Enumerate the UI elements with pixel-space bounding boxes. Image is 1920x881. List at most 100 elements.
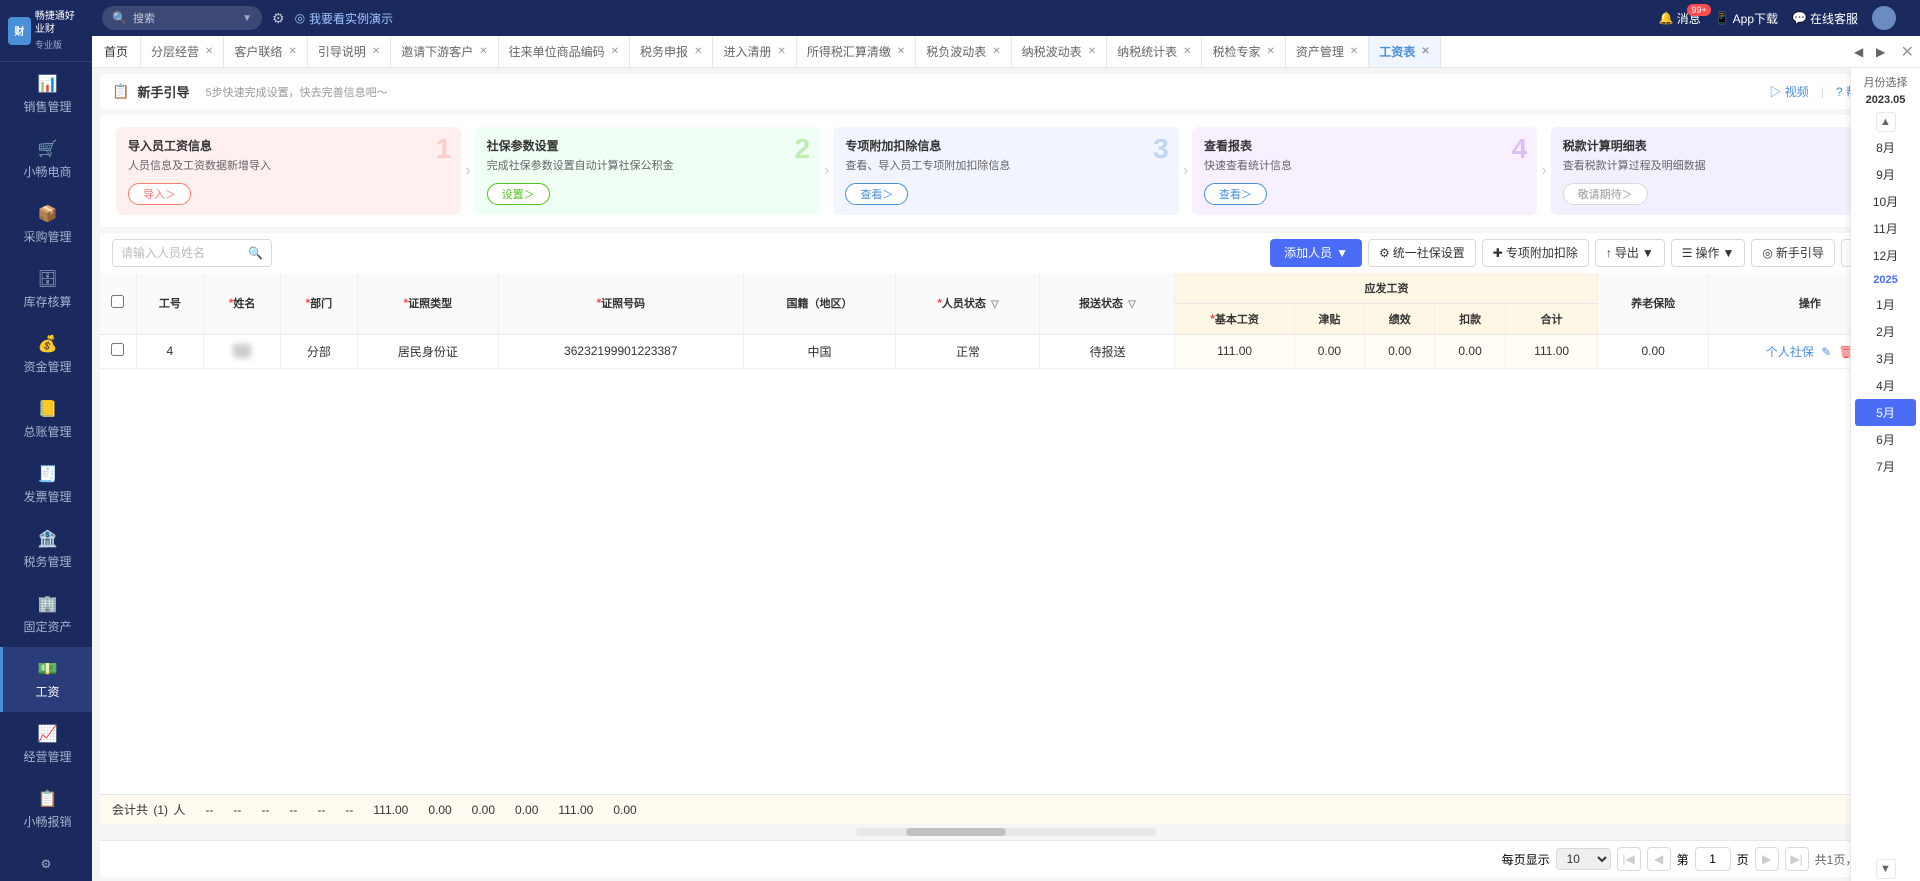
operations-button[interactable]: ☰ 操作 ▼ [1671,239,1746,267]
year-header[interactable]: 2025 [1851,269,1920,291]
tab-close-icon[interactable]: ✕ [479,46,487,57]
sidebar-item-小畅报销[interactable]: 📋小畅报销 [0,777,92,842]
sidebar-item-小畅电商[interactable]: 🛒小畅电商 [0,127,92,192]
tab-close-icon[interactable]: ✕ [288,46,296,57]
month-nav-down[interactable]: ▼ [1876,859,1896,879]
col-name: *姓名 [204,273,281,335]
month-item-5月[interactable]: 5月 [1855,399,1916,426]
sidebar-item-资金管理[interactable]: 💰资金管理 [0,322,92,387]
tab-往来单位商品编码[interactable]: 往来单位商品编码✕ [499,36,630,67]
personal-social-link[interactable]: 个人社保 [1766,345,1814,359]
select-all-header[interactable] [100,273,136,335]
close-all-tabs-button[interactable]: ✕ [1895,42,1920,62]
tab-分层经营[interactable]: 分层经营✕ [141,36,224,67]
tab-close-icon[interactable]: ✕ [1350,46,1358,57]
step-action-button[interactable]: 设置＞ [487,183,550,205]
tab-close-icon[interactable]: ✕ [992,46,1000,57]
tab-prev-button[interactable]: ◀ [1849,42,1869,62]
tab-税检专家[interactable]: 税检专家✕ [1202,36,1285,67]
tab-close-icon[interactable]: ✕ [1421,46,1429,57]
demo-link[interactable]: ◎ 我要看实例演示 [295,10,394,27]
step-action-button[interactable]: 查看＞ [845,183,908,205]
top-search-box[interactable]: 🔍 搜索 ▼ [102,6,262,30]
sidebar-item-经营管理[interactable]: 📈经营管理 [0,712,92,777]
tab-close-icon[interactable]: ✕ [777,46,785,57]
month-item-11月[interactable]: 11月 [1851,215,1920,242]
month-item-10月[interactable]: 10月 [1851,188,1920,215]
tab-纳税波动表[interactable]: 纳税波动表✕ [1012,36,1107,67]
unified-social-settings-button[interactable]: ⚙ 统一社保设置 [1368,239,1476,267]
scrollbar-track[interactable] [856,828,1156,836]
first-page-button[interactable]: |◀ [1617,847,1641,871]
home-tab[interactable]: 首页 [92,36,141,67]
tab-税负波动表[interactable]: 税负波动表✕ [916,36,1011,67]
tab-close-icon[interactable]: ✕ [1183,46,1191,57]
tab-客户联络[interactable]: 客户联络✕ [224,36,307,67]
sidebar-item-总账管理[interactable]: 📒总账管理 [0,387,92,452]
select-all-checkbox[interactable] [111,295,124,308]
tab-工资表[interactable]: 工资表✕ [1369,36,1440,67]
step-action-button[interactable]: 导入＞ [128,183,191,205]
tab-税务申报[interactable]: 税务申报✕ [630,36,713,67]
row-checkbox[interactable] [111,343,124,356]
tab-引导说明[interactable]: 引导说明✕ [308,36,391,67]
tab-所得税汇算清缴[interactable]: 所得税汇算清缴✕ [797,36,916,67]
prev-page-button[interactable]: ◀ [1647,847,1671,871]
export-button[interactable]: ↑ 导出 ▼ [1595,239,1665,267]
sidebar-item-工资[interactable]: 💵工资 [0,647,92,712]
employee-search-input[interactable]: 请输入人员姓名 🔍 [112,239,272,267]
guide-video-button[interactable]: ▷ 视频 [1769,83,1808,100]
step-action-button[interactable]: 查看＞ [1204,183,1267,205]
month-item-12月[interactable]: 12月 [1851,242,1920,269]
month-item-9月[interactable]: 9月 [1851,161,1920,188]
tab-close-icon[interactable]: ✕ [205,46,213,57]
month-item-8月[interactable]: 8月 [1851,134,1920,161]
col-deduction: 扣款 [1435,303,1505,334]
sidebar-item-库存核算[interactable]: 🗄库存核算 [0,257,92,322]
month-item-1月[interactable]: 1月 [1851,291,1920,318]
month-item-4月[interactable]: 4月 [1851,372,1920,399]
special-deduction-button[interactable]: ✚ 专项附加扣除 [1482,239,1589,267]
tab-资产管理[interactable]: 资产管理✕ [1286,36,1369,67]
sidebar-item-采购管理[interactable]: 📦采购管理 [0,192,92,257]
tab-next-button[interactable]: ▶ [1871,42,1891,62]
search-submit-icon[interactable]: 🔍 [248,246,263,260]
sidebar-item-发票管理[interactable]: 🧾发票管理 [0,452,92,517]
add-employee-button[interactable]: 添加人员 ▼ [1270,239,1362,267]
tab-邀请下游客户[interactable]: 邀请下游客户✕ [391,36,498,67]
page-size-select[interactable]: 10 20 50 100 [1556,848,1611,870]
month-item-2月[interactable]: 2月 [1851,318,1920,345]
user-avatar[interactable] [1872,6,1896,30]
sidebar-item-销售管理[interactable]: 📊销售管理 [0,62,92,127]
horizontal-scrollbar[interactable] [92,824,1920,840]
next-page-button[interactable]: ▶ [1755,847,1779,871]
row-checkbox-cell[interactable] [100,334,136,368]
last-page-button[interactable]: ▶| [1785,847,1809,871]
tab-close-icon[interactable]: ✕ [611,46,619,57]
month-nav-up[interactable]: ▲ [1876,112,1896,132]
message-button[interactable]: 🔔 消息 99+ [1659,10,1701,27]
status-filter-icon[interactable]: ▽ [991,299,999,310]
page-number-input[interactable] [1695,847,1731,871]
settings-icon[interactable]: ⚙ [272,10,285,27]
sidebar-settings-button[interactable]: ⚙ [31,847,62,881]
tab-close-icon[interactable]: ✕ [1267,46,1275,57]
guide-button[interactable]: ◎ 新手引导 [1751,239,1835,267]
tab-纳税统计表[interactable]: 纳税统计表✕ [1107,36,1202,67]
online-service-button[interactable]: 💬 在线客服 [1792,10,1858,27]
step-action-button[interactable]: 敬请期待＞ [1563,183,1648,205]
tab-close-icon[interactable]: ✕ [694,46,702,57]
month-item-6月[interactable]: 6月 [1851,426,1920,453]
tab-close-icon[interactable]: ✕ [1088,46,1096,57]
app-download-button[interactable]: 📱 App下载 [1715,10,1778,27]
tab-进入清册[interactable]: 进入清册✕ [713,36,796,67]
scrollbar-thumb[interactable] [906,828,1006,836]
report-filter-icon[interactable]: ▽ [1128,299,1136,310]
month-item-3月[interactable]: 3月 [1851,345,1920,372]
tab-close-icon[interactable]: ✕ [372,46,380,57]
sidebar-item-固定资产[interactable]: 🏢固定资产 [0,582,92,647]
sidebar-item-税务管理[interactable]: 🏦税务管理 [0,517,92,582]
edit-button[interactable]: ✎ [1821,345,1831,359]
tab-close-icon[interactable]: ✕ [897,46,905,57]
month-item-7月[interactable]: 7月 [1851,453,1920,480]
